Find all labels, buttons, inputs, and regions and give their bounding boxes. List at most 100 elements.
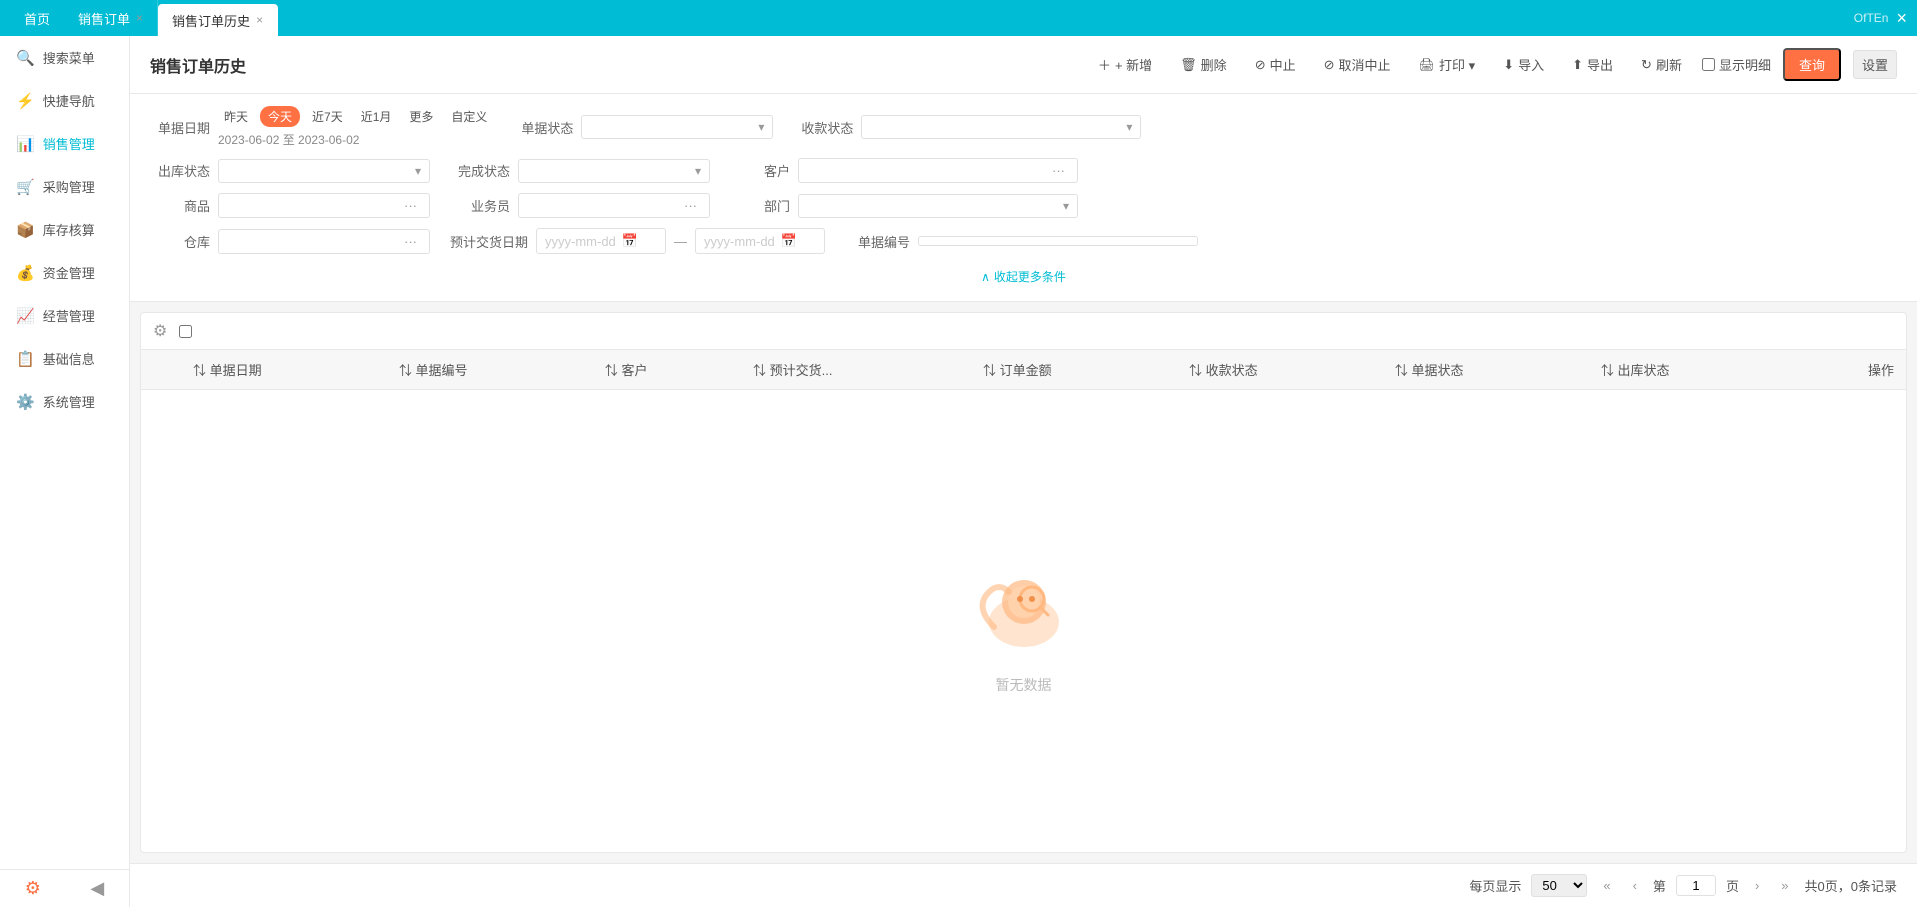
tab-sales-order[interactable]: 销售订单 × <box>64 0 158 36</box>
doc-date-label: 单据日期 <box>150 118 210 137</box>
sidebar-item-search-menu[interactable]: 🔍 搜索菜单 <box>0 36 129 79</box>
sidebar-item-system-mgmt[interactable]: ⚙️ 系统管理 <box>0 380 129 423</box>
export-icon: ⬆ <box>1572 57 1583 73</box>
sidebar-item-operations-mgmt[interactable]: 📈 经营管理 <box>0 294 129 337</box>
display-detail-toggle[interactable]: 显示明细 <box>1702 55 1771 74</box>
date-btn-more[interactable]: 更多 <box>403 106 439 127</box>
customer-label: 客户 <box>730 161 790 180</box>
date-btn-today[interactable]: 今天 <box>260 106 300 127</box>
tab-sales-order-history-close[interactable]: × <box>256 13 263 27</box>
refresh-button[interactable]: ↻ 刷新 <box>1633 51 1690 78</box>
date-btn-7days[interactable]: 近7天 <box>306 106 349 127</box>
table-settings-icon[interactable]: ⚙ <box>153 321 167 341</box>
th-out-stock-status[interactable]: ⇅ 出库状态 <box>1589 350 1795 390</box>
filter-doc-no: 单据编号 <box>850 232 1198 251</box>
doc-no-input[interactable] <box>918 236 1198 246</box>
warehouse-input[interactable]: ··· <box>218 229 430 254</box>
display-detail-checkbox[interactable] <box>1702 58 1715 71</box>
page-title: 销售订单历史 <box>150 53 246 77</box>
th-expected-delivery[interactable]: ⇅ 预计交货... <box>741 350 971 390</box>
goods-label: 商品 <box>150 196 210 215</box>
th-doc-date[interactable]: ⇅ 单据日期 <box>181 350 387 390</box>
data-table: ⇅ 单据日期 ⇅ 单据编号 ⇅ 客户 ⇅ 预计交货... ⇅ 订单金额 <box>141 350 1906 390</box>
tab-sales-order-history[interactable]: 销售订单历史 × <box>158 4 278 36</box>
th-doc-no[interactable]: ⇅ 单据编号 <box>387 350 593 390</box>
date-btn-1month[interactable]: 近1月 <box>355 106 398 127</box>
operations-mgmt-icon: 📈 <box>16 307 35 325</box>
sidebar-item-finance-mgmt[interactable]: 💰 资金管理 <box>0 251 129 294</box>
th-receipt-status[interactable]: ⇅ 收款状态 <box>1177 350 1383 390</box>
current-page-input[interactable] <box>1676 875 1716 896</box>
salesperson-label: 业务员 <box>450 196 510 215</box>
import-icon: ⬇ <box>1503 57 1514 73</box>
filter-out-stock-status: 出库状态 ▾ <box>150 159 430 183</box>
complete-status-label: 完成状态 <box>450 161 510 180</box>
warehouse-dots[interactable]: ··· <box>400 234 421 249</box>
select-all-checkbox[interactable] <box>179 325 192 338</box>
th-order-amount[interactable]: ⇅ 订单金额 <box>971 350 1177 390</box>
customer-input[interactable]: ··· <box>798 158 1078 183</box>
import-button[interactable]: ⬇ 导入 <box>1495 51 1552 78</box>
goods-input[interactable]: ··· <box>218 193 430 218</box>
cancel-stop-button[interactable]: ⊘ 取消中止 <box>1316 51 1399 78</box>
receipt-status-label: 收款状态 <box>793 118 853 137</box>
calendar-to-icon[interactable]: 📅 <box>781 233 797 249</box>
th-doc-status[interactable]: ⇅ 单据状态 <box>1383 350 1589 390</box>
export-button[interactable]: ⬆ 导出 <box>1564 51 1621 78</box>
sidebar-settings-icon[interactable]: ⚙ <box>25 878 41 899</box>
filter-complete-status: 完成状态 ▾ <box>450 159 710 183</box>
date-range-display: 2023-06-02 至 2023-06-02 <box>218 131 493 148</box>
filter-expected-date: 预计交货日期 yyyy-mm-dd 📅 — yyyy-mm-dd 📅 <box>450 228 830 254</box>
delete-icon: 🗑 <box>1180 57 1197 73</box>
calendar-from-icon[interactable]: 📅 <box>622 233 638 249</box>
sidebar-collapse-icon[interactable]: ◀ <box>90 878 104 899</box>
stop-button[interactable]: ⊘ 中止 <box>1247 51 1304 78</box>
next-page-btn[interactable]: › <box>1749 876 1765 895</box>
add-button[interactable]: ＋ + 新增 <box>1090 51 1160 78</box>
date-btn-yesterday[interactable]: 昨天 <box>218 106 254 127</box>
sidebar-item-purchase-mgmt-label: 采购管理 <box>43 177 95 196</box>
sidebar-item-search-menu-label: 搜索菜单 <box>43 48 95 67</box>
tab-home[interactable]: 首页 <box>10 0 64 36</box>
salesperson-dots[interactable]: ··· <box>680 198 701 213</box>
first-page-btn[interactable]: « <box>1597 876 1616 895</box>
last-page-btn[interactable]: » <box>1775 876 1794 895</box>
sidebar-item-quick-nav[interactable]: ⚡ 快捷导航 <box>0 79 129 122</box>
settings-button[interactable]: 设置 <box>1853 50 1897 79</box>
doc-status-label: 单据状态 <box>513 118 573 137</box>
prev-page-btn[interactable]: ‹ <box>1627 876 1643 895</box>
inventory-calc-icon: 📦 <box>16 221 35 239</box>
filter-row-4: 仓库 ··· 预计交货日期 yyyy-mm-dd 📅 — yyyy-mm-dd <box>150 228 1897 254</box>
delete-button[interactable]: 🗑 删除 <box>1172 51 1235 78</box>
receipt-status-select[interactable]: ▾ <box>861 115 1141 139</box>
expected-date-to-input[interactable]: yyyy-mm-dd 📅 <box>695 228 825 254</box>
page-size-select[interactable]: 10 20 50 100 <box>1531 874 1587 897</box>
complete-status-select[interactable]: ▾ <box>518 159 710 183</box>
th-customer[interactable]: ⇅ 客户 <box>593 350 741 390</box>
sales-mgmt-icon: 📊 <box>16 135 35 153</box>
sidebar-item-sales-mgmt[interactable]: 📊 销售管理 <box>0 122 129 165</box>
expected-date-from-input[interactable]: yyyy-mm-dd 📅 <box>536 228 666 254</box>
customer-dots[interactable]: ··· <box>1048 163 1069 178</box>
print-icon: 🖨 <box>1419 57 1436 73</box>
sidebar-item-purchase-mgmt[interactable]: 🛒 采购管理 <box>0 165 129 208</box>
print-button[interactable]: 🖨 打印 ▾ <box>1411 51 1484 78</box>
out-stock-status-select[interactable]: ▾ <box>218 159 430 183</box>
collapse-bar[interactable]: ∧ 收起更多条件 <box>150 264 1897 289</box>
salesperson-input[interactable]: ··· <box>518 193 710 218</box>
query-button[interactable]: 查询 <box>1783 48 1841 81</box>
sidebar-item-basic-info[interactable]: 📋 基础信息 <box>0 337 129 380</box>
system-mgmt-icon: ⚙️ <box>16 393 35 411</box>
dept-select[interactable]: ▾ <box>798 194 1078 218</box>
top-close-btn[interactable]: × <box>1896 8 1907 29</box>
doc-status-select[interactable]: ▾ <box>581 115 773 139</box>
sidebar-item-inventory-calc[interactable]: 📦 库存核算 <box>0 208 129 251</box>
filter-doc-status: 单据状态 ▾ <box>513 115 773 139</box>
tab-sales-order-close[interactable]: × <box>136 11 143 25</box>
out-stock-status-arrow: ▾ <box>415 164 421 178</box>
collapse-label: 收起更多条件 <box>994 268 1066 285</box>
date-btn-custom[interactable]: 自定义 <box>445 106 493 127</box>
basic-info-icon: 📋 <box>16 350 35 368</box>
doc-no-label: 单据编号 <box>850 232 910 251</box>
goods-dots[interactable]: ··· <box>400 198 421 213</box>
